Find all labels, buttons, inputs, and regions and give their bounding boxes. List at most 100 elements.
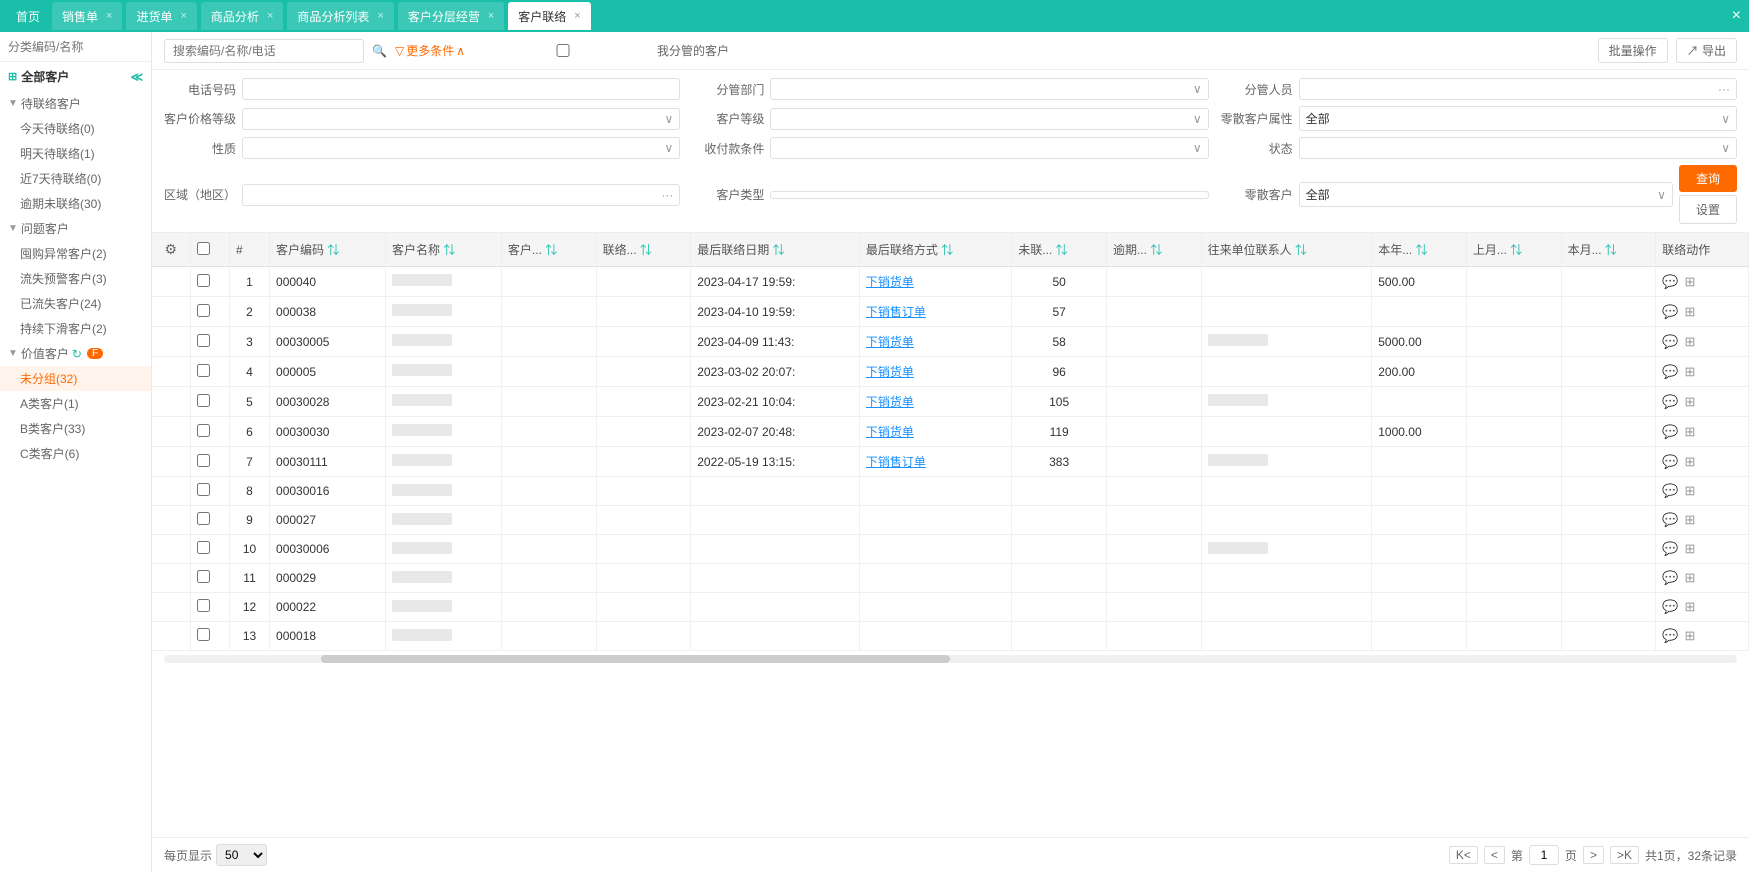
my-customers-checkbox[interactable] — [473, 44, 653, 57]
col-code[interactable]: 客户编码 ⇅ — [270, 233, 386, 267]
chat-icon[interactable]: 💬 — [1662, 483, 1678, 499]
sidebar-item-churn-warning[interactable]: 流失预警客户(3) — [0, 266, 151, 291]
col-overdue[interactable]: 逾期... ⇅ — [1106, 233, 1201, 267]
col-no-contact[interactable]: 未联... ⇅ — [1012, 233, 1107, 267]
grid-action-icon[interactable]: ⊞ — [1684, 628, 1695, 644]
nav-tab-customer-segment-close[interactable]: × — [488, 10, 494, 22]
reset-button[interactable]: 设置 — [1679, 195, 1737, 224]
row-checkbox[interactable] — [197, 541, 210, 554]
row-checkbox[interactable] — [197, 394, 210, 407]
nav-tab-sales[interactable]: 销售单 × — [52, 2, 122, 30]
grid-action-icon[interactable]: ⊞ — [1684, 454, 1695, 470]
nav-tab-sales-close[interactable]: × — [106, 10, 112, 22]
horizontal-scrollbar[interactable] — [164, 655, 1737, 663]
sidebar-item-7days[interactable]: 近7天待联络(0) — [0, 166, 151, 191]
sidebar-item-hoarding[interactable]: 囤购异常客户(2) — [0, 241, 151, 266]
chat-icon[interactable]: 💬 — [1662, 454, 1678, 470]
setting-icon[interactable]: ⚙ — [164, 241, 177, 257]
td-checkbox[interactable] — [190, 622, 229, 651]
last-method-link[interactable]: 下销售订单 — [866, 455, 926, 469]
nav-home[interactable]: 首页 — [8, 8, 48, 25]
col-checkbox[interactable] — [190, 233, 229, 267]
nav-tab-analysis[interactable]: 商品分析 × — [201, 2, 283, 30]
grid-action-icon[interactable]: ⊞ — [1684, 599, 1695, 615]
last-page-button[interactable]: >K — [1610, 846, 1639, 864]
sidebar-item-c-class[interactable]: C类客户(6) — [0, 441, 151, 466]
td-checkbox[interactable] — [190, 417, 229, 447]
grid-action-icon[interactable]: ⊞ — [1684, 304, 1695, 320]
td-checkbox[interactable] — [190, 297, 229, 327]
payment-select[interactable]: ∨ — [770, 137, 1208, 159]
sidebar-item-tomorrow[interactable]: 明天待联络(1) — [0, 141, 151, 166]
td-checkbox[interactable] — [190, 593, 229, 622]
nav-tab-analysis-close[interactable]: × — [267, 10, 273, 22]
nature-select[interactable]: ∨ — [242, 137, 680, 159]
row-checkbox[interactable] — [197, 570, 210, 583]
dept-select[interactable]: ∨ — [770, 78, 1208, 100]
batch-ops-button[interactable]: 批量操作 — [1598, 38, 1668, 63]
filter-search-icon[interactable]: 🔍 — [372, 44, 387, 58]
sidebar-item-a-class[interactable]: A类客户(1) — [0, 391, 151, 416]
page-number-input[interactable] — [1529, 845, 1559, 865]
search-input[interactable] — [164, 39, 364, 63]
chat-icon[interactable]: 💬 — [1662, 334, 1678, 350]
scrollbar-thumb[interactable] — [321, 655, 950, 663]
chat-icon[interactable]: 💬 — [1662, 394, 1678, 410]
query-button[interactable]: 查询 — [1679, 165, 1737, 192]
col-last-method[interactable]: 最后联络方式 ⇅ — [859, 233, 1011, 267]
row-checkbox[interactable] — [197, 304, 210, 317]
last-method-link[interactable]: 下销货单 — [866, 335, 914, 349]
manager-select[interactable]: ··· — [1299, 78, 1737, 100]
row-checkbox[interactable] — [197, 424, 210, 437]
row-checkbox[interactable] — [197, 483, 210, 496]
col-this-month[interactable]: 本月... ⇅ — [1561, 233, 1656, 267]
nav-tab-customer-contact-close[interactable]: × — [574, 10, 580, 22]
last-method-link[interactable]: 下销售订单 — [866, 305, 926, 319]
nav-tab-purchase-close[interactable]: × — [180, 10, 186, 22]
next-page-button[interactable]: > — [1583, 846, 1604, 864]
col-this-year[interactable]: 本年... ⇅ — [1372, 233, 1467, 267]
nav-tab-analysis-list[interactable]: 商品分析列表 × — [287, 2, 393, 30]
retail-customer-select[interactable]: 全部 ∨ — [1299, 182, 1673, 207]
td-checkbox[interactable] — [190, 535, 229, 564]
td-checkbox[interactable] — [190, 447, 229, 477]
col-last-date[interactable]: 最后联络日期 ⇅ — [691, 233, 860, 267]
phone-input[interactable] — [242, 78, 680, 100]
score-refresh-icon[interactable]: ↻ — [72, 347, 82, 361]
chat-icon[interactable]: 💬 — [1662, 628, 1678, 644]
chat-icon[interactable]: 💬 — [1662, 512, 1678, 528]
grid-action-icon[interactable]: ⊞ — [1684, 334, 1695, 350]
td-checkbox[interactable] — [190, 327, 229, 357]
first-page-button[interactable]: K< — [1449, 846, 1478, 864]
last-method-link[interactable]: 下销货单 — [866, 365, 914, 379]
col-contacts[interactable]: 往来单位联系人 ⇅ — [1201, 233, 1372, 267]
row-checkbox[interactable] — [197, 364, 210, 377]
chat-icon[interactable]: 💬 — [1662, 424, 1678, 440]
status-select[interactable]: ∨ — [1299, 137, 1737, 159]
row-checkbox[interactable] — [197, 274, 210, 287]
sidebar-item-overdue[interactable]: 逾期未联络(30) — [0, 191, 151, 216]
per-page-select[interactable]: 50 20 100 — [216, 844, 267, 866]
chat-icon[interactable]: 💬 — [1662, 570, 1678, 586]
grid-action-icon[interactable]: ⊞ — [1684, 394, 1695, 410]
col-contact[interactable]: 联络... ⇅ — [596, 233, 691, 267]
row-checkbox[interactable] — [197, 334, 210, 347]
chat-icon[interactable]: 💬 — [1662, 304, 1678, 320]
nav-tab-customer-segment[interactable]: 客户分层经营 × — [398, 2, 504, 30]
chat-icon[interactable]: 💬 — [1662, 599, 1678, 615]
td-checkbox[interactable] — [190, 387, 229, 417]
grid-action-icon[interactable]: ⊞ — [1684, 512, 1695, 528]
td-checkbox[interactable] — [190, 267, 229, 297]
last-method-link[interactable]: 下销货单 — [866, 425, 914, 439]
filter-more-button[interactable]: ▽ 更多条件 ∧ — [395, 42, 465, 59]
customer-level-select[interactable]: ∨ — [770, 108, 1208, 130]
select-all-checkbox[interactable] — [197, 242, 210, 255]
region-select[interactable]: ··· — [242, 184, 680, 206]
retail-attr-select[interactable]: 全部 ∨ — [1299, 106, 1737, 131]
td-checkbox[interactable] — [190, 506, 229, 535]
customer-type-select[interactable] — [770, 191, 1208, 199]
chat-icon[interactable]: 💬 — [1662, 274, 1678, 290]
grid-action-icon[interactable]: ⊞ — [1684, 274, 1695, 290]
nav-tab-purchase[interactable]: 进货单 × — [126, 2, 196, 30]
col-type[interactable]: 客户... ⇅ — [501, 233, 596, 267]
